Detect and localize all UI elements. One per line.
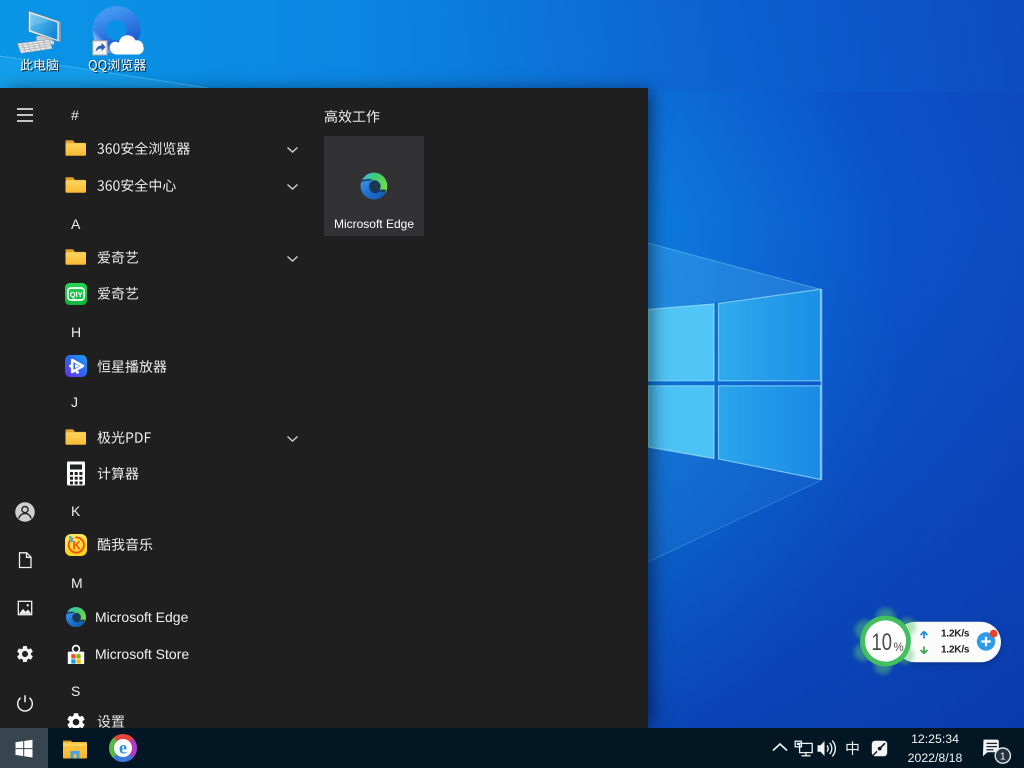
- svg-text:1: 1: [1000, 751, 1006, 763]
- svg-text:e: e: [119, 737, 127, 757]
